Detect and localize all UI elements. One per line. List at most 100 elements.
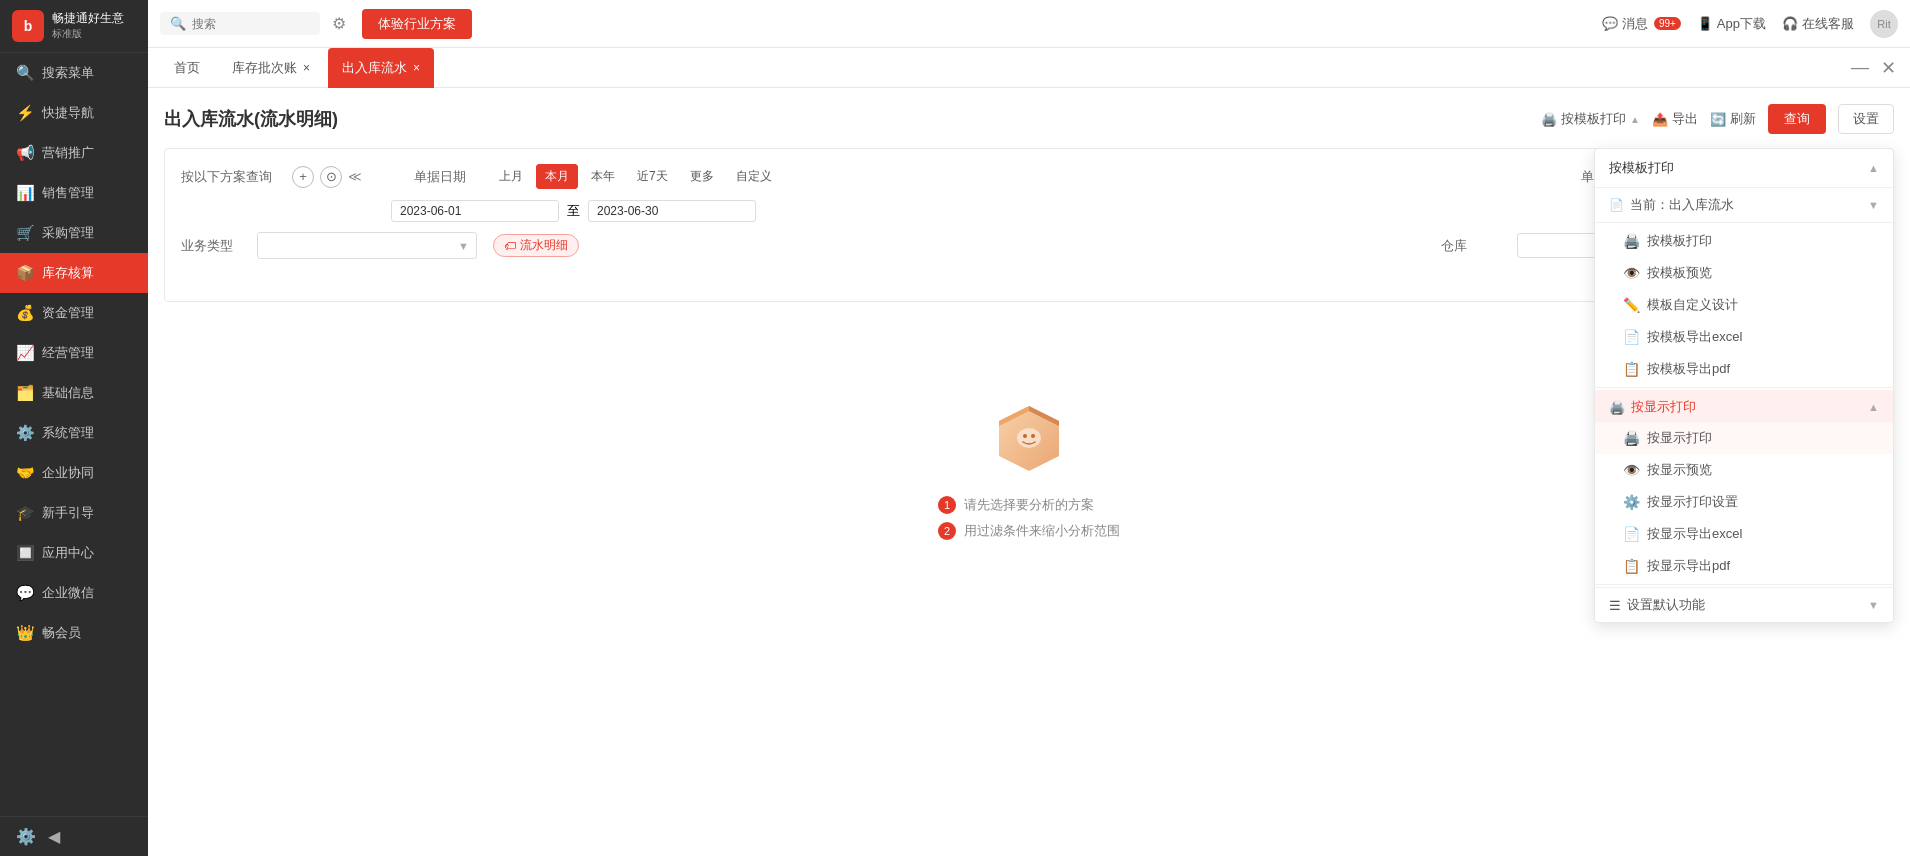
tab-minimize-btn[interactable]: — [1849,55,1871,80]
sidebar-item-quick-nav[interactable]: ⚡ 快捷导航 [0,93,148,133]
sidebar-item-operations[interactable]: 📈 经营管理 [0,333,148,373]
topbar-search-input[interactable] [192,17,292,31]
tab-flow[interactable]: 出入库流水 × [328,48,434,88]
dropdown-footer[interactable]: ☰ 设置默认功能 ▼ [1595,587,1893,622]
sidebar-item-label: 库存核算 [42,264,94,282]
date-btn-this-year[interactable]: 本年 [582,164,624,189]
logo-text: 畅捷通好生意 [52,11,124,27]
system-icon: ⚙️ [16,424,34,442]
tab-close-all-btn[interactable]: ✕ [1879,55,1898,81]
customize-template-icon: ✏️ [1623,297,1639,313]
sidebar-bottom: ⚙️ ◀ [0,816,148,856]
tab-flow-close[interactable]: × [413,61,420,75]
template-print-label: 按模板打印 [1647,232,1712,250]
dropdown-item-display-print[interactable]: 🖨️ 按显示打印 [1595,422,1893,454]
dropdown-item-display-export-pdf[interactable]: 📋 按显示导出pdf [1595,550,1893,582]
date-btn-prev-month[interactable]: 上月 [490,164,532,189]
dropdown-item-display-preview[interactable]: 👁️ 按显示预览 [1595,454,1893,486]
settings-btn[interactable]: 设置 [1838,104,1894,134]
sidebar-item-purchase[interactable]: 🛒 采购管理 [0,213,148,253]
empty-steps: 1 请先选择要分析的方案 2 用过滤条件来缩小分析范围 [938,496,1120,548]
tab-flow-label: 出入库流水 [342,59,407,77]
app-download-btn[interactable]: 📱 App下载 [1697,15,1766,33]
sidebar-item-member[interactable]: 👑 畅会员 [0,613,148,653]
sidebar-item-sales[interactable]: 📊 销售管理 [0,173,148,213]
tab-batch-account-label: 库存批次账 [232,59,297,77]
sidebar-item-inventory[interactable]: 📦 库存核算 [0,253,148,293]
dropdown-item-template-export-excel[interactable]: 📄 按模板导出excel [1595,321,1893,353]
date-btn-this-month[interactable]: 本月 [536,164,578,189]
sidebar-item-marketing[interactable]: 📢 营销推广 [0,133,148,173]
add-filter-btn[interactable]: + [292,166,314,188]
collapse-sidebar-icon[interactable]: ◀ [48,827,60,846]
display-pdf-icon: 📋 [1623,558,1639,574]
biz-type-select[interactable] [257,232,477,259]
sidebar-item-label: 系统管理 [42,424,94,442]
purchase-icon: 🛒 [16,224,34,242]
divider-3 [1595,584,1893,585]
pdf-template-icon: 📋 [1623,361,1639,377]
filter-expand-btn[interactable]: ≪ [348,169,362,184]
display-preview-label: 按显示预览 [1647,461,1712,479]
topbar: 🔍 ⚙ 体验行业方案 💬 消息 99+ 📱 App下载 🎧 在线客服 Rit [148,0,1910,48]
tab-home[interactable]: 首页 [160,48,214,88]
sidebar-item-label: 应用中心 [42,544,94,562]
sidebar-item-basic[interactable]: 🗂️ 基础信息 [0,373,148,413]
date-btn-more[interactable]: 更多 [681,164,723,189]
dropdown-item-display-print-settings[interactable]: ⚙️ 按显示打印设置 [1595,486,1893,518]
tab-home-label: 首页 [174,59,200,77]
dropdown-item-template-preview[interactable]: 👁️ 按模板预览 [1595,257,1893,289]
date-btn-7days[interactable]: 近7天 [628,164,677,189]
topbar-gear-icon[interactable]: ⚙ [332,14,346,33]
date-btn-custom[interactable]: 自定义 [727,164,781,189]
messages-btn[interactable]: 💬 消息 99+ [1602,15,1681,33]
export-btn[interactable]: 📤 导出 [1652,110,1698,128]
app-download-icon: 📱 [1697,16,1713,31]
date-to-input[interactable] [588,200,756,222]
sidebar-item-label: 新手引导 [42,504,94,522]
sidebar-item-search[interactable]: 🔍 搜索菜单 [0,53,148,93]
dropdown-item-template-customize[interactable]: ✏️ 模板自定义设计 [1595,289,1893,321]
sidebar-item-corp[interactable]: 🤝 企业协同 [0,453,148,493]
display-section-header[interactable]: 🖨️ 按显示打印 ▲ [1595,390,1893,422]
template-export-excel-label: 按模板导出excel [1647,328,1742,346]
refresh-icon: 🔄 [1710,112,1726,127]
refresh-btn[interactable]: 🔄 刷新 [1710,110,1756,128]
settings-bottom-icon[interactable]: ⚙️ [16,827,36,846]
dropdown-header: 按模板打印 ▲ [1595,149,1893,188]
quick-nav-icon: ⚡ [16,104,34,122]
filter-add-btns: + ⊙ ≪ [292,166,362,188]
query-btn[interactable]: 查询 [1768,104,1826,134]
display-print-settings-label: 按显示打印设置 [1647,493,1738,511]
sidebar-item-wechat[interactable]: 💬 企业微信 [0,573,148,613]
print-btn[interactable]: 🖨️ 按模板打印 ▲ [1541,110,1640,128]
empty-step-1: 1 请先选择要分析的方案 [938,496,1120,514]
filter-settings-btn[interactable]: ⊙ [320,166,342,188]
title-actions: 🖨️ 按模板打印 ▲ 📤 导出 🔄 刷新 查询 设置 [1541,104,1894,134]
display-print-icon: 🖨️ [1623,430,1639,446]
sidebar-item-finance[interactable]: 💰 资金管理 [0,293,148,333]
dropdown-item-display-export-excel[interactable]: 📄 按显示导出excel [1595,518,1893,550]
date-from-input[interactable] [391,200,559,222]
biz-type-label: 业务类型 [181,237,241,255]
current-section[interactable]: 📄 当前：出入库流水 ▼ [1595,188,1893,220]
sidebar-item-guide[interactable]: 🎓 新手引导 [0,493,148,533]
online-service-btn[interactable]: 🎧 在线客服 [1782,15,1854,33]
dropdown-item-template-export-pdf[interactable]: 📋 按模板导出pdf [1595,353,1893,385]
user-name: Rit [1877,18,1890,30]
flow-tag: 🏷 流水明细 [493,234,579,257]
operations-icon: 📈 [16,344,34,362]
template-customize-label: 模板自定义设计 [1647,296,1738,314]
trial-btn[interactable]: 体验行业方案 [362,9,472,39]
corp-icon: 🤝 [16,464,34,482]
sidebar-item-apps[interactable]: 🔲 应用中心 [0,533,148,573]
sidebar-item-system[interactable]: ⚙️ 系统管理 [0,413,148,453]
online-service-label: 在线客服 [1802,15,1854,33]
dropdown-item-template-print[interactable]: 🖨️ 按模板打印 [1595,225,1893,257]
step-num-2: 2 [938,522,956,540]
tab-batch-account-close[interactable]: × [303,61,310,75]
empty-step-2: 2 用过滤条件来缩小分析范围 [938,522,1120,540]
print-label: 按模板打印 [1561,110,1626,128]
tab-batch-account[interactable]: 库存批次账 × [218,48,324,88]
user-avatar[interactable]: Rit [1870,10,1898,38]
